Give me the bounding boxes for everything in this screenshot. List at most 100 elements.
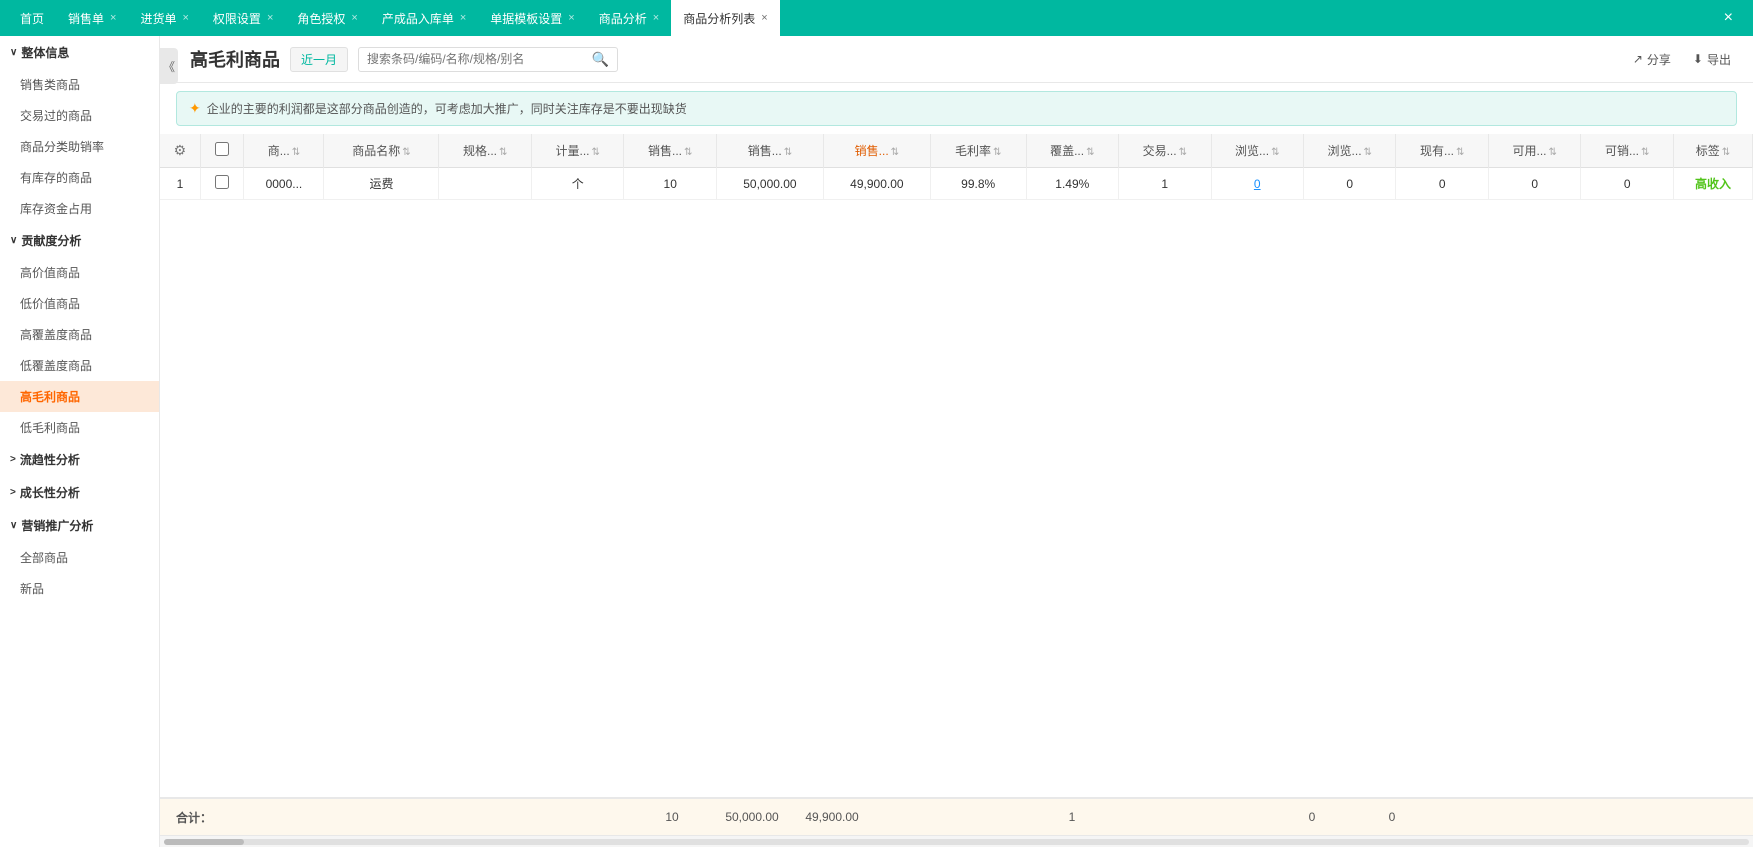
cell-transactions-0: 1 (1119, 168, 1211, 200)
sidebar-group-trend[interactable]: > 流趋性分析 (0, 443, 159, 476)
col-transactions[interactable]: 交易...⇅ (1119, 134, 1211, 168)
nav-home[interactable]: 首页 (8, 0, 56, 36)
sort-icon-gross-margin: ⇅ (993, 147, 1001, 158)
cell-cb-0[interactable] (200, 168, 244, 200)
col-sales-amount[interactable]: 销售...⇅ (716, 134, 823, 168)
export-icon: ⬇ (1693, 52, 1703, 66)
cell-sales-qty-0: 10 (624, 168, 716, 200)
cell-gross-margin-0: 99.8% (930, 168, 1026, 200)
search-input[interactable] (367, 52, 592, 66)
sidebar-item-new-goods[interactable]: 新品 (0, 573, 159, 604)
footer-total: 合计： 10 50,000.00 49,900.00 1 0 0 (160, 797, 1753, 835)
nav-template-settings[interactable]: 单据模板设置 × (478, 0, 586, 36)
sidebar-item-high-margin[interactable]: 高毛利商品 (0, 381, 159, 412)
main-layout: ∨ 整体信息 销售类商品 交易过的商品 商品分类助销率 有库存的商品 库存资金占… (0, 36, 1753, 847)
col-gross-margin[interactable]: 毛利率⇅ (930, 134, 1026, 168)
content-header: 高毛利商品 近一月 🔍 ↗ 分享 ⬇ 导出 (160, 36, 1753, 83)
sort-icon-coverage: ⇅ (1086, 147, 1094, 158)
sidebar-item-high-coverage[interactable]: 高覆盖度商品 (0, 319, 159, 350)
table-header-row: ⚙ 商...⇅ 商品名称⇅ 规格...⇅ 计量...⇅ 销售...⇅ 销售...… (160, 134, 1753, 168)
settings-icon[interactable]: ⚙ (174, 142, 187, 158)
sort-icon-views2: ⇅ (1364, 147, 1372, 158)
sidebar-collapse-button[interactable]: 《 (160, 48, 178, 84)
close-sales-order[interactable]: × (110, 12, 116, 24)
row-checkbox-0[interactable] (215, 175, 229, 189)
close-purchase-order[interactable]: × (182, 12, 188, 24)
share-button[interactable]: ↗ 分享 (1627, 48, 1677, 71)
cell-code-0: 0000... (244, 168, 324, 200)
col-saleable-stock[interactable]: 可销...⇅ (1581, 134, 1673, 168)
arrow-icon-trend: > (10, 454, 16, 465)
sort-icon-code: ⇅ (292, 147, 300, 158)
sidebar-item-stock-capital[interactable]: 库存资金占用 (0, 193, 159, 224)
sidebar-item-all-goods[interactable]: 全部商品 (0, 542, 159, 573)
window-close-button[interactable]: × (1712, 9, 1745, 27)
nav-sales-order[interactable]: 销售单 × (56, 0, 128, 36)
col-current-stock[interactable]: 现有...⇅ (1396, 134, 1488, 168)
cell-sales-profit-0: 49,900.00 (823, 168, 930, 200)
col-spec[interactable]: 规格...⇅ (439, 134, 531, 168)
col-unit[interactable]: 计量...⇅ (531, 134, 623, 168)
sidebar-item-category-rate[interactable]: 商品分类助销率 (0, 131, 159, 162)
sidebar-group-overall[interactable]: ∨ 整体信息 (0, 36, 159, 69)
period-button[interactable]: 近一月 (290, 47, 348, 72)
nav-product-analysis[interactable]: 商品分析 × (587, 0, 671, 36)
page-title: 高毛利商品 (190, 46, 280, 72)
sidebar-group-marketing[interactable]: ∨ 营销推广分析 (0, 509, 159, 542)
sidebar-item-high-value[interactable]: 高价值商品 (0, 257, 159, 288)
export-button[interactable]: ⬇ 导出 (1687, 48, 1737, 71)
col-code[interactable]: 商...⇅ (244, 134, 324, 168)
cell-views1-0[interactable]: 0 (1211, 168, 1303, 200)
cell-saleable-stock-0: 0 (1581, 168, 1673, 200)
sidebar: ∨ 整体信息 销售类商品 交易过的商品 商品分类助销率 有库存的商品 库存资金占… (0, 36, 160, 847)
total-empty9 (1192, 810, 1272, 824)
sidebar-group-growth[interactable]: > 成长性分析 (0, 476, 159, 509)
sidebar-item-traded-goods[interactable]: 交易过的商品 (0, 100, 159, 131)
info-banner: ✦ 企业的主要的利润都是这部分商品创造的，可考虑加大推广，同时关注库存是不要出现… (176, 91, 1737, 126)
sort-icon-sales-qty: ⇅ (684, 147, 692, 158)
views1-link-0[interactable]: 0 (1254, 177, 1261, 191)
scrollbar-thumb[interactable] (164, 839, 244, 845)
sort-icon-sales-amount: ⇅ (784, 147, 792, 158)
nav-role-auth[interactable]: 角色授权 × (285, 0, 369, 36)
horizontal-scrollbar[interactable] (160, 835, 1753, 847)
total-sales-amount: 50,000.00 (712, 810, 792, 824)
col-views1[interactable]: 浏览...⇅ (1211, 134, 1303, 168)
nav-purchase-order[interactable]: 进货单 × (128, 0, 200, 36)
close-product-storage[interactable]: × (460, 12, 466, 24)
sidebar-group-contribution[interactable]: ∨ 贡献度分析 (0, 224, 159, 257)
sort-icon-unit: ⇅ (592, 147, 600, 158)
sidebar-item-sales-goods[interactable]: 销售类商品 (0, 69, 159, 100)
close-product-analysis-list[interactable]: × (761, 12, 767, 24)
search-icon[interactable]: 🔍 (592, 51, 609, 68)
col-views2[interactable]: 浏览...⇅ (1304, 134, 1396, 168)
col-sales-qty[interactable]: 销售...⇅ (624, 134, 716, 168)
col-settings[interactable]: ⚙ (160, 134, 200, 168)
col-checkbox[interactable] (200, 134, 244, 168)
col-sales-profit[interactable]: 销售...⇅ (823, 134, 930, 168)
sort-icon-transactions: ⇅ (1179, 147, 1187, 158)
nav-product-storage[interactable]: 产成品入库单 × (370, 0, 478, 36)
sidebar-item-low-coverage[interactable]: 低覆盖度商品 (0, 350, 159, 381)
arrow-icon-overall: ∨ (10, 47, 17, 58)
col-coverage[interactable]: 覆盖...⇅ (1026, 134, 1118, 168)
sidebar-item-stock-goods[interactable]: 有库存的商品 (0, 162, 159, 193)
nav-product-analysis-list[interactable]: 商品分析列表 × (671, 0, 779, 36)
close-product-analysis[interactable]: × (653, 12, 659, 24)
col-tag[interactable]: 标签⇅ (1673, 134, 1752, 168)
sort-icon-current-stock: ⇅ (1456, 147, 1464, 158)
close-permission-settings[interactable]: × (267, 12, 273, 24)
cell-views2-0: 0 (1304, 168, 1396, 200)
close-template-settings[interactable]: × (568, 12, 574, 24)
cell-unit-0: 个 (531, 168, 623, 200)
select-all-checkbox[interactable] (215, 142, 229, 156)
total-values: 10 50,000.00 49,900.00 1 0 0 (232, 810, 1432, 824)
col-available-stock[interactable]: 可用...⇅ (1488, 134, 1580, 168)
sidebar-item-low-margin[interactable]: 低毛利商品 (0, 412, 159, 443)
nav-permission-settings[interactable]: 权限设置 × (201, 0, 285, 36)
sidebar-item-low-value[interactable]: 低价值商品 (0, 288, 159, 319)
cell-tag-0: 高收入 (1673, 168, 1752, 200)
col-name[interactable]: 商品名称⇅ (324, 134, 439, 168)
sort-icon-saleable-stock: ⇅ (1641, 147, 1649, 158)
close-role-auth[interactable]: × (351, 12, 357, 24)
